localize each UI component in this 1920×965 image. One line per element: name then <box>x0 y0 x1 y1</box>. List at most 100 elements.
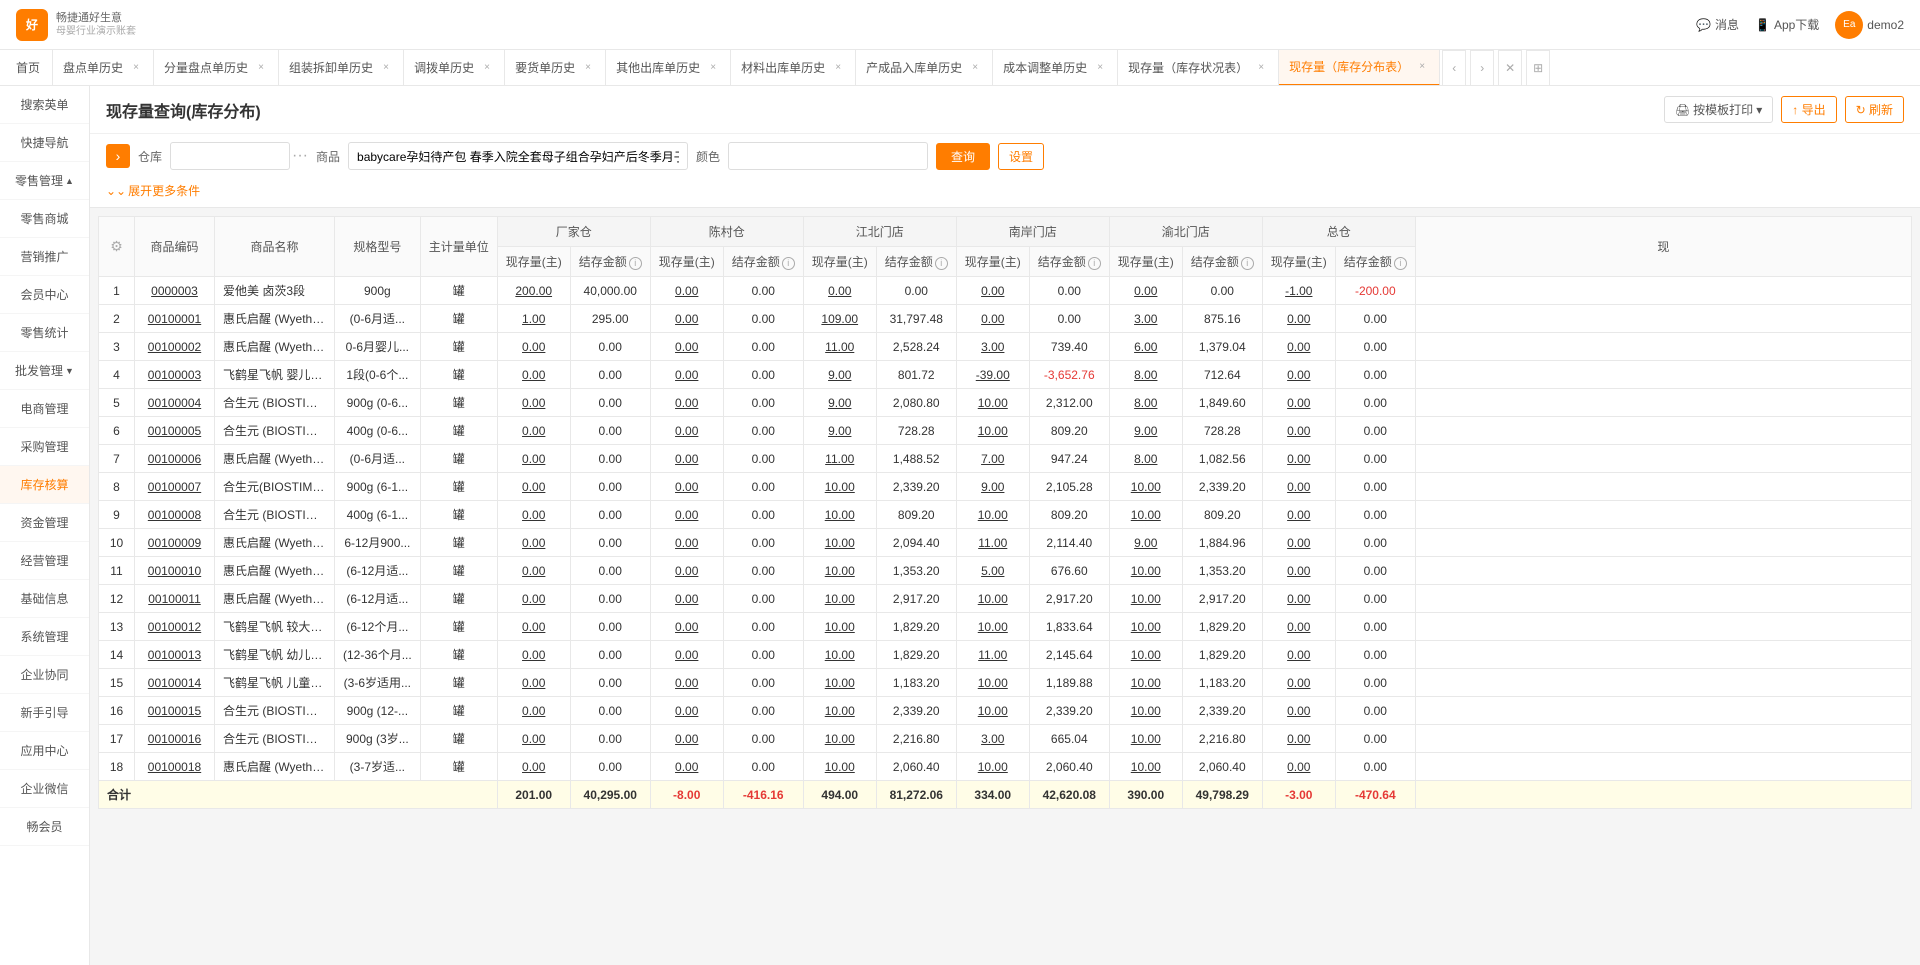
col-sub-f-amount: 结存金额i <box>570 247 650 277</box>
query-btn[interactable]: 查询 <box>936 143 990 170</box>
top-bar: 好 畅捷通好生意 母婴行业演示账套 💬 消息 📱 App下载 Ea demo2 <box>0 0 1920 50</box>
tab-prev-btn[interactable]: ‹ <box>1442 50 1466 86</box>
tab-8[interactable]: 产成品入库单历史 × <box>856 50 993 86</box>
info-icon[interactable]: i <box>629 257 642 270</box>
filter-toggle-btn[interactable]: › <box>106 144 130 168</box>
table-row: 15 00100014 飞鹤星飞帆 儿童奶粉 4... (3-6岁适用... 罐… <box>99 669 1912 697</box>
tab-expand-btn[interactable]: ⊞ <box>1526 50 1550 86</box>
app-download-btn[interactable]: 📱 App下载 <box>1755 16 1819 33</box>
sidebar-item-mall[interactable]: 零售商城 <box>0 200 89 238</box>
sidebar-item-system[interactable]: 系统管理 <box>0 618 89 656</box>
chevron-down-icon: ▼ <box>65 366 74 376</box>
sidebar-item-enterprise[interactable]: 企业协同 <box>0 656 89 694</box>
table-row: 17 00100016 合生元 (BIOSTIME) ... 900g (3岁.… <box>99 725 1912 753</box>
sidebar-item-marketing[interactable]: 营销推广 <box>0 238 89 276</box>
col-header-name: 商品名称 <box>215 217 335 277</box>
tab-close-7[interactable]: × <box>831 61 845 75</box>
col-sub-f-stock: 现存量(主) <box>497 247 570 277</box>
print-btn[interactable]: 🖨 按模板打印 ▾ <box>1664 96 1773 123</box>
sidebar-item-finance[interactable]: 资金管理 <box>0 504 89 542</box>
layout: 搜索英单 快捷导航 零售管理 ▲ 零售商城 营销推广 会员中心 零售统计 批发管… <box>0 86 1920 965</box>
col-sub-t-stock: 现存量(主) <box>1262 247 1335 277</box>
col-sub-cn-stock: 现存量(主) <box>650 247 723 277</box>
main-content: 现存量查询(库存分布) 🖨 按模板打印 ▾ ↑ 导出 ↻ 刷新 › <box>90 86 1920 965</box>
sidebar-item-basics[interactable]: 基础信息 <box>0 580 89 618</box>
info-icon-2[interactable]: i <box>782 257 795 270</box>
sidebar-item-member[interactable]: 会员中心 <box>0 276 89 314</box>
table-row: 3 00100002 惠氏启醒 (Wyeth illu... 0-6月婴儿...… <box>99 333 1912 361</box>
printer-icon: 🖨 <box>1675 103 1690 117</box>
tab-close-6[interactable]: × <box>706 61 720 75</box>
refresh-btn[interactable]: ↻ 刷新 <box>1845 96 1904 123</box>
tab-close-8[interactable]: × <box>968 61 982 75</box>
table-row: 16 00100015 合生元 (BIOSTIME) ... 900g (12-… <box>99 697 1912 725</box>
logo-area: 好 畅捷通好生意 母婴行业演示账套 <box>16 9 136 41</box>
tab-close-11[interactable]: × <box>1415 60 1429 74</box>
sidebar-item-retail-stats[interactable]: 零售统计 <box>0 314 89 352</box>
warehouse-dots-btn[interactable]: ··· <box>292 147 308 165</box>
info-icon-4[interactable]: i <box>1088 257 1101 270</box>
tab-5[interactable]: 要货单历史 × <box>505 50 606 86</box>
sidebar-item-operations[interactable]: 经营管理 <box>0 542 89 580</box>
sidebar-item-guide[interactable]: 新手引导 <box>0 694 89 732</box>
tab-1[interactable]: 盘点单历史 × <box>53 50 154 86</box>
export-btn[interactable]: ↑ 导出 <box>1781 96 1836 123</box>
tab-11[interactable]: 现存量（库存分布表） × <box>1279 50 1440 86</box>
sidebar-item-retail-mgmt[interactable]: 零售管理 ▲ <box>0 162 89 200</box>
tab-6[interactable]: 其他出库单历史 × <box>606 50 731 86</box>
settings-icon[interactable]: ⚙ <box>110 238 123 254</box>
sidebar-item-apps[interactable]: 应用中心 <box>0 732 89 770</box>
color-input[interactable] <box>728 142 928 170</box>
tab-close-3[interactable]: × <box>379 61 393 75</box>
info-icon-6[interactable]: i <box>1394 257 1407 270</box>
info-icon-3[interactable]: i <box>935 257 948 270</box>
table-row: 8 00100007 合生元(BIOSTIME)液... 900g (6-1..… <box>99 473 1912 501</box>
user-area[interactable]: Ea demo2 <box>1835 11 1904 39</box>
expand-conditions-btn[interactable]: ⌄⌄ 展开更多条件 <box>106 182 1904 199</box>
table-row: 9 00100008 合生元 (BIOSTIME) ... 400g (6-1.… <box>99 501 1912 529</box>
header-actions: 🖨 按模板打印 ▾ ↑ 导出 ↻ 刷新 <box>1664 96 1904 133</box>
sidebar-item-wholesale[interactable]: 批发管理 ▼ <box>0 352 89 390</box>
tab-10[interactable]: 现存量（库存状况表） × <box>1118 50 1279 86</box>
sidebar-item-ecommerce[interactable]: 电商管理 <box>0 390 89 428</box>
sidebar-item-membership[interactable]: 畅会员 <box>0 808 89 846</box>
tab-close-5[interactable]: × <box>581 61 595 75</box>
sidebar-item-nav[interactable]: 快捷导航 <box>0 124 89 162</box>
col-header-settings: ⚙ <box>99 217 135 277</box>
tab-7[interactable]: 材料出库单历史 × <box>731 50 856 86</box>
col-header-nanan: 南岸门店 <box>956 217 1109 247</box>
warehouse-input[interactable] <box>170 142 290 170</box>
sidebar-item-purchase[interactable]: 采购管理 <box>0 428 89 466</box>
col-header-unit: 主计量单位 <box>420 217 497 277</box>
color-label: 颜色 <box>696 148 720 165</box>
tab-3[interactable]: 组装拆卸单历史 × <box>279 50 404 86</box>
tab-4[interactable]: 调拨单历史 × <box>404 50 505 86</box>
table-row: 6 00100005 合生元 (BIOSTIME) ... 400g (0-6.… <box>99 417 1912 445</box>
message-icon: 💬 <box>1696 18 1711 32</box>
tab-close-1[interactable]: × <box>129 61 143 75</box>
message-btn[interactable]: 💬 消息 <box>1696 16 1739 33</box>
tab-close-9[interactable]: × <box>1093 61 1107 75</box>
tab-close-4[interactable]: × <box>480 61 494 75</box>
tab-close-2[interactable]: × <box>254 61 268 75</box>
table-row: 2 00100001 惠氏启醒 (Wyeth illu... (0-6月适...… <box>99 305 1912 333</box>
sidebar-item-search[interactable]: 搜索英单 <box>0 86 89 124</box>
sidebar-item-wechat[interactable]: 企业微信 <box>0 770 89 808</box>
tab-close-10[interactable]: × <box>1254 61 1268 75</box>
tab-2[interactable]: 分量盘点单历史 × <box>154 50 279 86</box>
sidebar-item-inventory[interactable]: 库存核算 <box>0 466 89 504</box>
filter-bar: › 仓库 ··· 商品 颜色 查询 设置 <box>90 133 1920 178</box>
info-icon-5[interactable]: i <box>1241 257 1254 270</box>
tab-home[interactable]: 首页 <box>4 50 53 86</box>
col-sub-na-stock: 现存量(主) <box>956 247 1029 277</box>
goods-input[interactable] <box>348 142 688 170</box>
username: demo2 <box>1867 18 1904 32</box>
tab-close-all-btn[interactable]: ✕ <box>1498 50 1522 86</box>
warehouse-input-wrap: ··· <box>170 142 308 170</box>
table-container[interactable]: ⚙ 商品编码 商品名称 规格型号 主计量单位 厂家仓 陈村仓 江北门店 南岸门店… <box>90 208 1920 965</box>
settings-btn[interactable]: 设置 <box>998 143 1044 170</box>
table-row: 12 00100011 惠氏启醒 (Wyeth illu... (6-12月适.… <box>99 585 1912 613</box>
col-header-factory: 厂家仓 <box>497 217 650 247</box>
tab-next-btn[interactable]: › <box>1470 50 1494 86</box>
tab-9[interactable]: 成本调整单历史 × <box>993 50 1118 86</box>
